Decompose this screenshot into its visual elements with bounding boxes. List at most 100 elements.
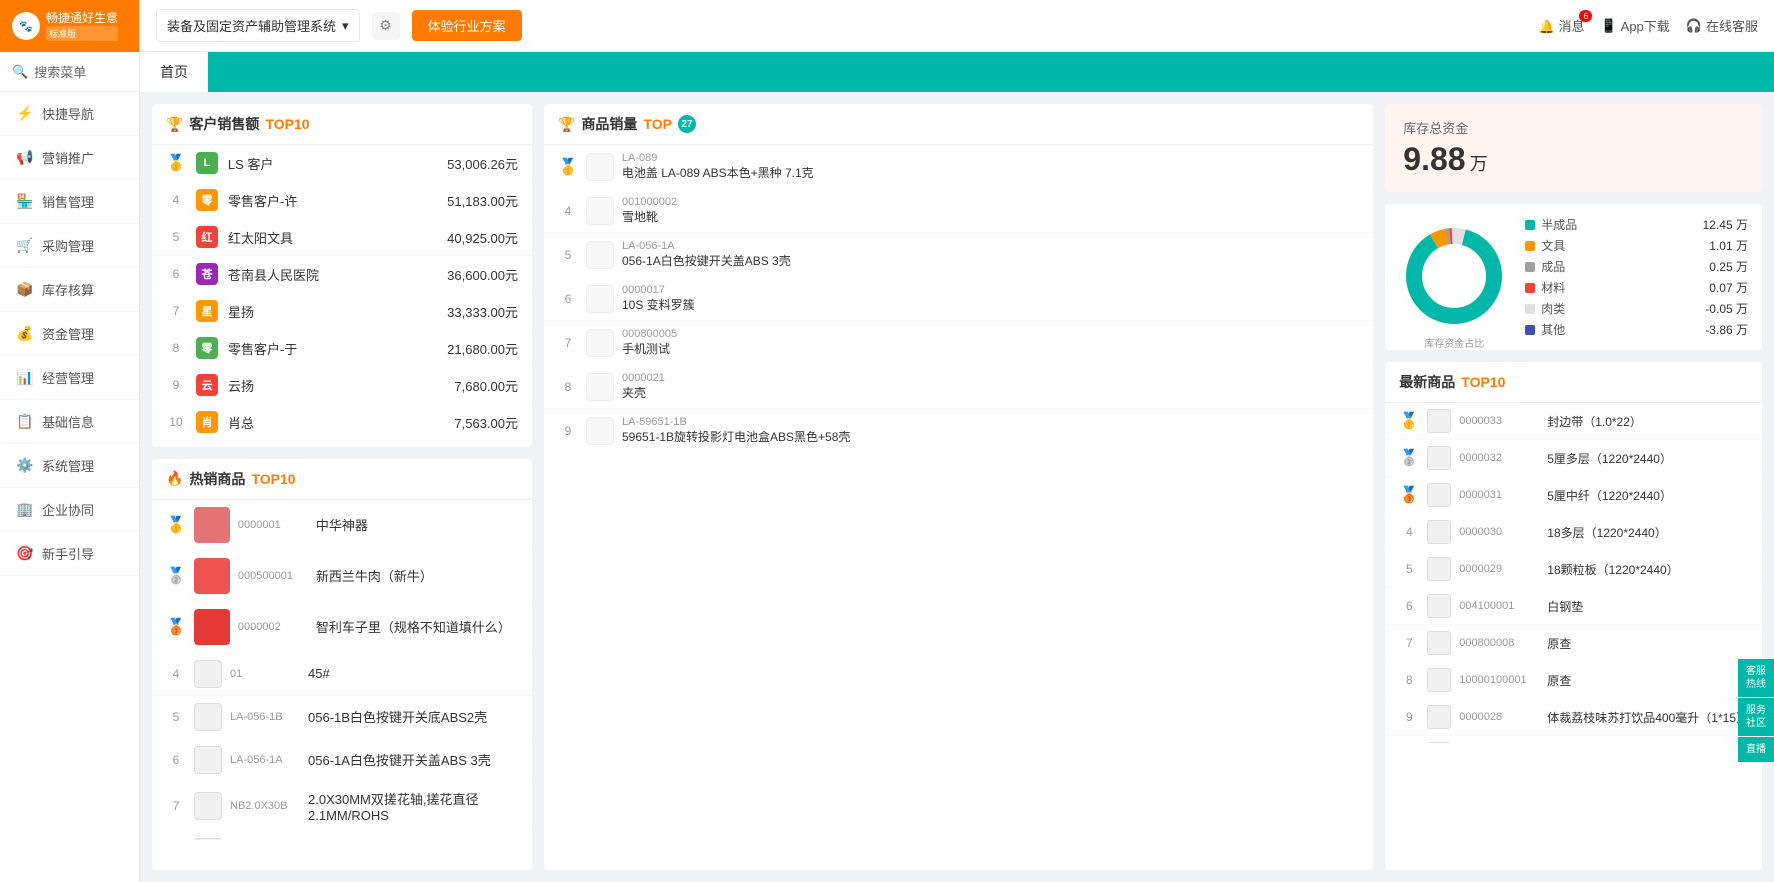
hot-products-card: 🔥 热销商品 TOP10 🥇 0000001 中华神器 🥈: [152, 459, 532, 870]
customer-rank-row[interactable]: 🥇 L LS 客户 53,006.26元: [152, 145, 532, 182]
sidebar-item-quicknav[interactable]: ⚡ 快捷导航: [0, 92, 139, 136]
new-prod-row[interactable]: 10 003800001 22g鱼豆腐·烧烤味（1*12*20）: [1385, 736, 1762, 743]
app-download-button[interactable]: 📱 App下载: [1600, 16, 1669, 35]
customer-rank-row[interactable]: 5 红 红太阳文具 40,925.00元: [152, 219, 532, 256]
prod-code: 0000030: [1459, 526, 1539, 538]
sidebar-search[interactable]: 🔍 搜索菜单: [0, 52, 139, 92]
customer-rank-row[interactable]: 10 肖 肖总 7,563.00元: [152, 404, 532, 441]
new-prod-row[interactable]: 7 000800008 原查: [1385, 625, 1762, 662]
product-rank-row[interactable]: 5 LA-056-1A 056-1A白色按键开关盖ABS 3壳: [544, 233, 1373, 277]
notif-label: 消息: [1558, 19, 1584, 34]
marketing-icon: 📢: [16, 149, 34, 167]
product-rank-row[interactable]: 7 000800005 手机测试: [544, 321, 1373, 365]
hot-prod-row[interactable]: 🥇 0000001 中华神器: [152, 500, 532, 551]
customer-ranking-list: 🥇 L LS 客户 53,006.26元 4 零 零售客户-许 51,183.0…: [152, 145, 532, 441]
prod-code: 0000029: [1459, 563, 1539, 575]
sales-icon: 🏪: [16, 193, 34, 211]
new-prod-row[interactable]: 5 0000029 18颗粒板（1220*2440）: [1385, 551, 1762, 588]
operation-icon: 📊: [16, 369, 34, 387]
prod-image-placeholder: [1427, 705, 1451, 729]
content-area: 🏆 客户销售额 TOP10 🥇 L LS 客户 53,006.26元 4: [140, 92, 1774, 882]
search-icon: 🔍: [12, 64, 28, 80]
customer-rank-row[interactable]: 6 苍 苍南县人民医院 36,600.00元: [152, 256, 532, 293]
float-community-button[interactable]: 服务 社区: [1738, 698, 1774, 736]
product-ranking-top: TOP: [643, 116, 672, 132]
prod-name: 2.0X30MM双搓花轴,搓花直径2.1MM/ROHS: [308, 789, 518, 823]
trial-button[interactable]: 体验行业方案: [412, 10, 522, 41]
headset-icon: 🎧: [1686, 18, 1702, 34]
customer-rank-row[interactable]: 4 零 零售客户-许 51,183.00元: [152, 182, 532, 219]
medal-icon: 🥉: [166, 617, 186, 637]
prod-code: 0000021: [622, 372, 1359, 384]
product-rank-row[interactable]: 4 001000002 雪地靴: [544, 189, 1373, 233]
new-prod-row[interactable]: 🥈 0000032 5厘多层（1220*2440）: [1385, 440, 1762, 477]
sidebar-item-marketing[interactable]: 📢 营销推广: [0, 136, 139, 180]
hot-prod-row[interactable]: 🥉 0000002 智利车子里（规格不知道填什么）: [152, 602, 532, 653]
prod-image: [194, 609, 230, 645]
rank-number: 7: [166, 304, 186, 318]
product-ranking-card: 🏆 商品销量 TOP 27 🥇 LA-089 电池盖 LA-089 ABS本色+…: [544, 104, 1373, 870]
sidebar-item-purchase[interactable]: 🛒 采购管理: [0, 224, 139, 268]
float-hotline-button[interactable]: 客服 热线: [1738, 659, 1774, 697]
customer-rank-row[interactable]: 8 零 零售客户-于 21,680.00元: [152, 330, 532, 367]
prod-image-placeholder: [1427, 631, 1451, 655]
customer-amount: 51,183.00元: [447, 191, 518, 210]
new-prod-row[interactable]: 6 004100001 白钢垫: [1385, 588, 1762, 625]
hot-prod-row[interactable]: 8 0000011 12070519-xs: [152, 831, 532, 840]
rank-number: 8: [558, 380, 578, 394]
rank-number: 6: [1399, 599, 1419, 613]
hot-products-header: 🔥 热销商品 TOP10: [152, 459, 532, 500]
product-rank-row[interactable]: 9 LA-59651-1B 59651-1B旋转投影灯电池盒ABS黑色+58壳: [544, 409, 1373, 453]
customer-rank-row[interactable]: 7 星 星扬 33,333.00元: [152, 293, 532, 330]
topbar-right: 🔔 6 消息 📱 App下载 🎧 在线客服: [1539, 16, 1758, 35]
hot-prod-row[interactable]: 5 LA-056-1B 056-1B白色按键开关底ABS2壳: [152, 696, 532, 739]
sidebar-item-company[interactable]: 🏢 企业协同: [0, 488, 139, 532]
hot-prod-row[interactable]: 4 01 45#: [152, 653, 532, 696]
product-rank-row[interactable]: 🥇 LA-089 电池盖 LA-089 ABS本色+黑种 7.1克: [544, 145, 1373, 189]
hot-prod-row[interactable]: 🥈 000500001 新西兰牛肉（新牛）: [152, 551, 532, 602]
customer-rank-row[interactable]: 9 云 云扬 7,680.00元: [152, 367, 532, 404]
sidebar-item-finance[interactable]: 💰 资金管理: [0, 312, 139, 356]
sidebar-item-guide[interactable]: 🎯 新手引导: [0, 532, 139, 576]
prod-name: 体裁荔枝味苏打饮品400毫升（1*15）: [1547, 709, 1748, 726]
hot-prod-row[interactable]: 7 NB2.0X30B 2.0X30MM双搓花轴,搓花直径2.1MM/ROHS: [152, 782, 532, 831]
hot-prod-row[interactable]: 6 LA-056-1A 056-1A白色按键开关盖ABS 3壳: [152, 739, 532, 782]
medal-icon: 🥇: [166, 153, 186, 173]
sidebar-item-system[interactable]: ⚙️ 系统管理: [0, 444, 139, 488]
prod-code: 10000100001: [1459, 674, 1539, 686]
tab-home[interactable]: 首页: [140, 52, 208, 92]
inventory-icon: 📦: [16, 281, 34, 299]
logo-icon: 🐾: [12, 12, 40, 40]
product-rank-row[interactable]: 6 0000017 10S 变料罗簇: [544, 277, 1373, 321]
prod-image-placeholder: [194, 838, 222, 840]
sidebar-item-inventory[interactable]: 📦 库存核算: [0, 268, 139, 312]
customer-badge: 零: [196, 189, 218, 211]
settings-button[interactable]: ⚙: [372, 12, 400, 40]
sidebar-item-operation[interactable]: 📊 经营管理: [0, 356, 139, 400]
system-selector[interactable]: 装备及固定资产辅助管理系统 ▾: [156, 9, 360, 42]
product-rank-row[interactable]: 8 0000021 夹壳: [544, 365, 1373, 409]
main-area: 装备及固定资产辅助管理系统 ▾ ⚙ 体验行业方案 🔔 6 消息 📱 App下载 …: [140, 0, 1774, 882]
bell-icon: 🔔: [1539, 19, 1555, 34]
new-prod-row[interactable]: 8 10000100001 原查: [1385, 662, 1762, 699]
online-service-button[interactable]: 🎧 在线客服: [1686, 16, 1758, 35]
new-prod-row[interactable]: 9 0000028 体裁荔枝味苏打饮品400毫升（1*15）: [1385, 699, 1762, 736]
prod-code: 000500001: [238, 570, 308, 582]
new-prod-row[interactable]: 🥇 0000033 封边带（1.0*22）: [1385, 403, 1762, 440]
rank-number: 10: [166, 415, 186, 429]
prod-image-placeholder: [194, 792, 222, 820]
float-direct-button[interactable]: 直播: [1738, 737, 1774, 762]
prod-name: 电池盖 LA-089 ABS本色+黑种 7.1克: [622, 164, 1359, 181]
notification-button[interactable]: 🔔 6 消息: [1539, 16, 1585, 35]
rank-number: 4: [1399, 525, 1419, 539]
sidebar-item-basic[interactable]: 📋 基础信息: [0, 400, 139, 444]
logo-text: 畅捷通好生意: [46, 11, 118, 27]
sidebar-item-sales[interactable]: 🏪 销售管理: [0, 180, 139, 224]
customer-ranking-title: 客户销售额: [189, 114, 259, 134]
right-panels: 库存总资金 9.88 万: [1385, 104, 1762, 870]
new-prod-row[interactable]: 4 0000030 18多层（1220*2440）: [1385, 514, 1762, 551]
prod-name: 45#: [308, 666, 518, 681]
inventory-legend: 半成品 12.45 万 文具 1.01 万 成品 0.25 万: [1525, 216, 1748, 338]
new-prod-row[interactable]: 🥉 0000031 5厘中纤（1220*2440）: [1385, 477, 1762, 514]
prod-image-placeholder: [194, 660, 222, 688]
